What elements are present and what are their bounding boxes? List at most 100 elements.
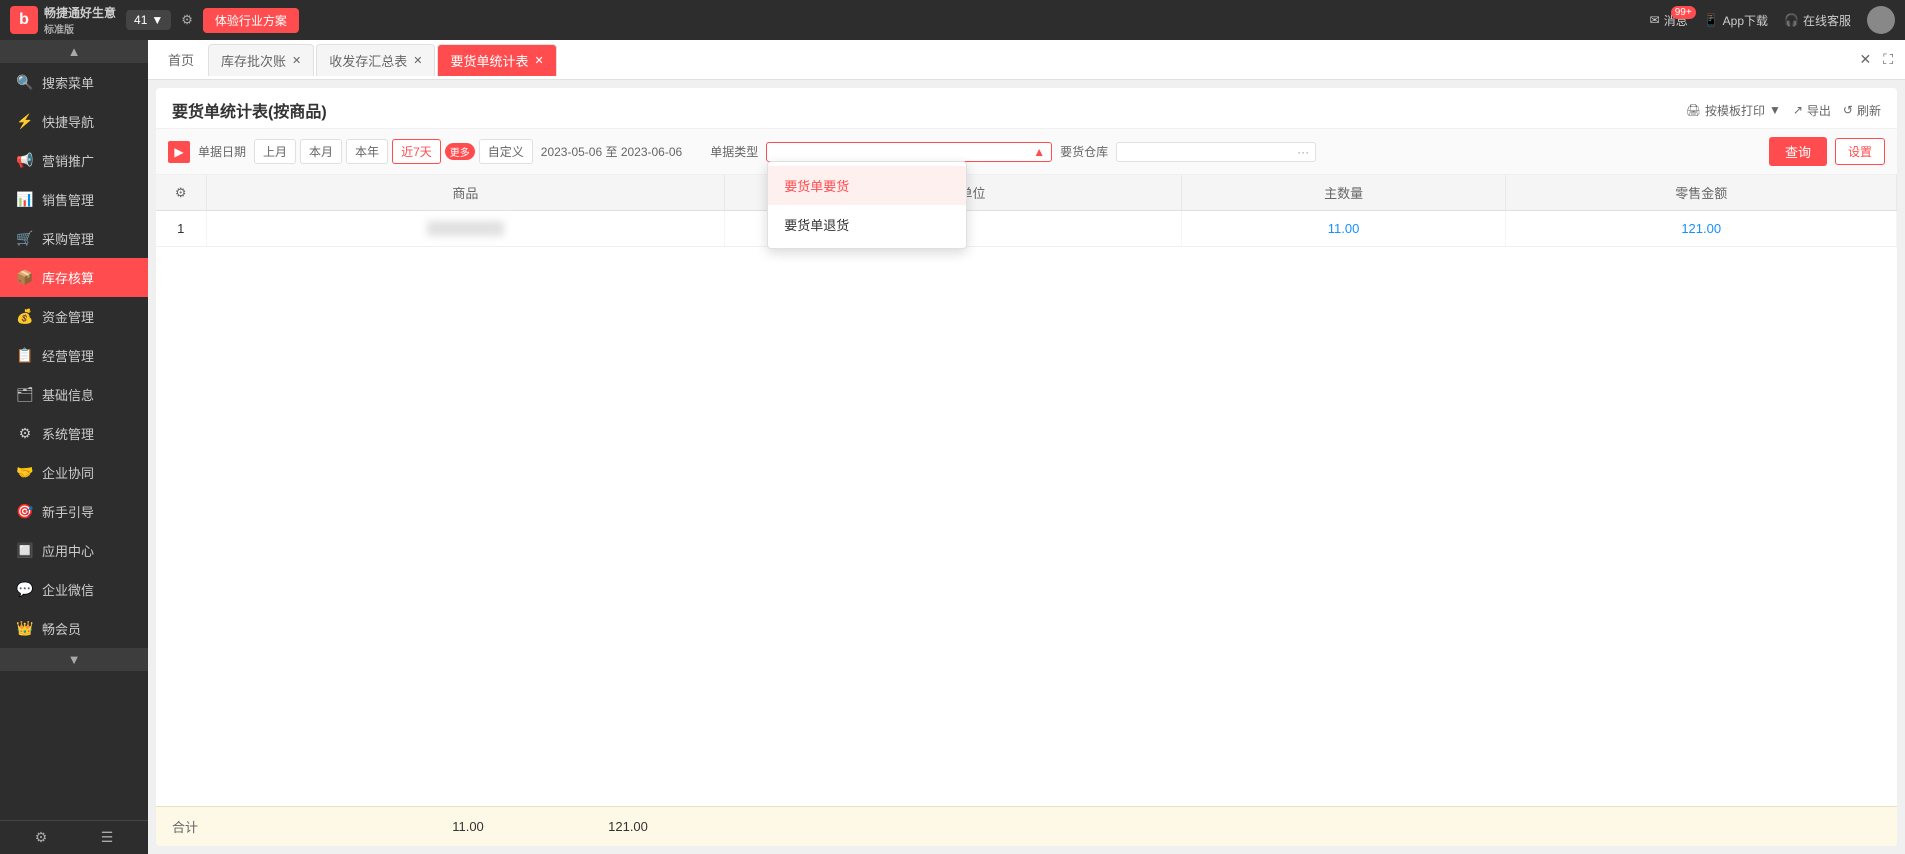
type-dropdown: 要货单要货 要货单退货	[767, 161, 967, 249]
date-btn-last7days[interactable]: 近7天	[392, 139, 441, 164]
sidebar: ▲ 🔍 搜索菜单 ⚡ 快捷导航 📢 营销推广 📊 销售管理 🛒 采购管理 📦 库…	[0, 40, 148, 854]
marketing-icon: 📢	[16, 152, 34, 170]
menu-bottom-icon[interactable]: ☰	[101, 829, 114, 846]
operations-icon: 📋	[16, 347, 34, 365]
query-button[interactable]: 查询	[1769, 137, 1827, 166]
user-avatar[interactable]	[1867, 6, 1895, 34]
header-left: b 畅捷通好生意 标准版 41 ▼ ⚙ 体验行业方案	[10, 4, 299, 36]
refresh-icon: ↺	[1843, 103, 1853, 117]
page-title: 要货单统计表(按商品)	[172, 98, 327, 122]
basic-info-icon: 🗂	[16, 386, 34, 404]
sidebar-label-inventory: 库存核算	[42, 268, 94, 287]
warehouse-more-icon[interactable]: ···	[1297, 145, 1309, 159]
footer-label: 合计	[172, 817, 198, 836]
sidebar-scroll-down[interactable]: ▼	[0, 648, 148, 671]
headset-icon: 🎧	[1784, 13, 1799, 27]
tab-right-buttons: ✕ ⛶	[1855, 49, 1897, 70]
trial-button[interactable]: 体验行业方案	[203, 8, 299, 33]
settings-bottom-icon[interactable]: ⚙	[35, 829, 48, 846]
gear-icon[interactable]: ⚙	[181, 12, 193, 28]
dropdown-item-order-return[interactable]: 要货单退货	[768, 205, 966, 244]
col-settings-icon[interactable]: ⚙	[175, 185, 187, 200]
col-quantity: 主数量	[1181, 175, 1506, 211]
sidebar-item-sales[interactable]: 📊 销售管理	[0, 180, 148, 219]
template-print-label: 按模板打印	[1705, 102, 1765, 119]
sidebar-item-member[interactable]: 👑 畅会员	[0, 609, 148, 648]
sidebar-item-marketing[interactable]: 📢 营销推广	[0, 141, 148, 180]
sidebar-label-operations: 经营管理	[42, 346, 94, 365]
table-row: 1 ████ ████ 块 11.00 121.00	[156, 211, 1897, 247]
purchase-icon: 🛒	[16, 230, 34, 248]
export-button[interactable]: ↗ 导出	[1793, 102, 1831, 119]
sidebar-item-system[interactable]: ⚙ 系统管理	[0, 414, 148, 453]
sidebar-label-basic-info: 基础信息	[42, 385, 94, 404]
tab-label-order-stats: 要货单统计表	[450, 51, 528, 70]
sidebar-label-app-center: 应用中心	[42, 541, 94, 560]
cell-quantity: 11.00	[1181, 211, 1506, 247]
date-label: 单据日期	[198, 143, 246, 160]
tab-close-order-stats[interactable]: ✕	[535, 54, 544, 67]
search-icon: 🔍	[16, 74, 34, 92]
sidebar-item-guide[interactable]: 🎯 新手引导	[0, 492, 148, 531]
sidebar-item-basic-info[interactable]: 🗂 基础信息	[0, 375, 148, 414]
settings-button[interactable]: 设置	[1835, 138, 1885, 165]
phone-icon: 📱	[1704, 13, 1719, 27]
header-right: ✉ 消息 99+ 📱 App下载 🎧 在线客服	[1650, 6, 1895, 34]
sidebar-item-finance[interactable]: 💰 资金管理	[0, 297, 148, 336]
custom-date-button[interactable]: 自定义	[479, 139, 533, 164]
brand-name: 畅捷通好生意	[44, 4, 116, 21]
tab-inventory-batch[interactable]: 库存批次账 ✕	[208, 44, 314, 76]
refresh-button[interactable]: ↺ 刷新	[1843, 102, 1881, 119]
sales-icon: 📊	[16, 191, 34, 209]
sidebar-item-operations[interactable]: 📋 经营管理	[0, 336, 148, 375]
quantity-link[interactable]: 11.00	[1328, 221, 1360, 236]
message-item[interactable]: ✉ 消息 99+	[1650, 12, 1688, 29]
type-input-container[interactable]: ▲ 要货单要货 要货单退货	[766, 142, 1052, 162]
col-settings[interactable]: ⚙	[156, 175, 206, 211]
message-icon: ✉	[1650, 13, 1660, 27]
cell-amount: 121.00	[1506, 211, 1897, 247]
tab-home[interactable]: 首页	[156, 44, 206, 75]
online-service-item[interactable]: 🎧 在线客服	[1784, 12, 1851, 29]
tab-receive-summary[interactable]: 收发存汇总表 ✕	[316, 44, 435, 76]
template-print-button[interactable]: 🖨 按模板打印 ▼	[1686, 102, 1781, 119]
sub-name: 标准版	[44, 21, 116, 36]
date-btn-this-month[interactable]: 本月	[300, 139, 342, 164]
sidebar-scroll-up[interactable]: ▲	[0, 40, 148, 63]
page-content: 要货单统计表(按商品) 🖨 按模板打印 ▼ ↗ 导出 ↺ 刷新	[156, 88, 1897, 846]
cell-index: 1	[156, 211, 206, 247]
sidebar-item-inventory[interactable]: 📦 库存核算	[0, 258, 148, 297]
tab-close-all-icon[interactable]: ✕	[1855, 49, 1875, 70]
logo-text: 畅捷通好生意 标准版	[44, 4, 116, 36]
product-name: ████ ████	[427, 221, 504, 236]
dropdown-item-order-request[interactable]: 要货单要货	[768, 166, 966, 205]
date-btn-this-year[interactable]: 本年	[346, 139, 388, 164]
app-download-item[interactable]: 📱 App下载	[1704, 12, 1768, 29]
date-options-group: 上月 本月 本年 近7天 更多 自定义	[254, 139, 533, 164]
more-dates-tag[interactable]: 更多	[445, 143, 475, 160]
sidebar-item-purchase[interactable]: 🛒 采购管理	[0, 219, 148, 258]
expand-filter-button[interactable]: ▶	[168, 141, 190, 163]
sidebar-item-wechat[interactable]: 💬 企业微信	[0, 570, 148, 609]
sidebar-item-enterprise[interactable]: 🤝 企业协同	[0, 453, 148, 492]
top-header: b 畅捷通好生意 标准版 41 ▼ ⚙ 体验行业方案 ✉ 消息 99+ 📱 Ap…	[0, 0, 1905, 40]
message-badge: 99+	[1671, 6, 1696, 19]
tab-order-stats[interactable]: 要货单统计表 ✕	[437, 44, 556, 76]
tab-expand-icon[interactable]: ⛶	[1879, 49, 1897, 70]
sidebar-item-quick-nav[interactable]: ⚡ 快捷导航	[0, 102, 148, 141]
app-selector[interactable]: 41 ▼	[126, 10, 171, 30]
tab-close-receive-summary[interactable]: ✕	[413, 54, 422, 67]
type-input[interactable]	[773, 145, 1033, 159]
type-chevron-icon[interactable]: ▲	[1033, 145, 1045, 159]
date-range-display: 2023-05-06 至 2023-06-06	[541, 143, 682, 160]
sidebar-item-search[interactable]: 🔍 搜索菜单	[0, 63, 148, 102]
logo-area: b 畅捷通好生意 标准版	[10, 4, 116, 36]
system-icon: ⚙	[16, 425, 34, 443]
amount-link[interactable]: 121.00	[1681, 221, 1721, 236]
tab-label-inventory-batch: 库存批次账	[221, 51, 286, 70]
sidebar-item-app-center[interactable]: 🔲 应用中心	[0, 531, 148, 570]
date-btn-last-month[interactable]: 上月	[254, 139, 296, 164]
warehouse-input[interactable]: ···	[1116, 142, 1316, 162]
tab-close-inventory-batch[interactable]: ✕	[292, 54, 301, 67]
online-service-label: 在线客服	[1803, 12, 1851, 29]
